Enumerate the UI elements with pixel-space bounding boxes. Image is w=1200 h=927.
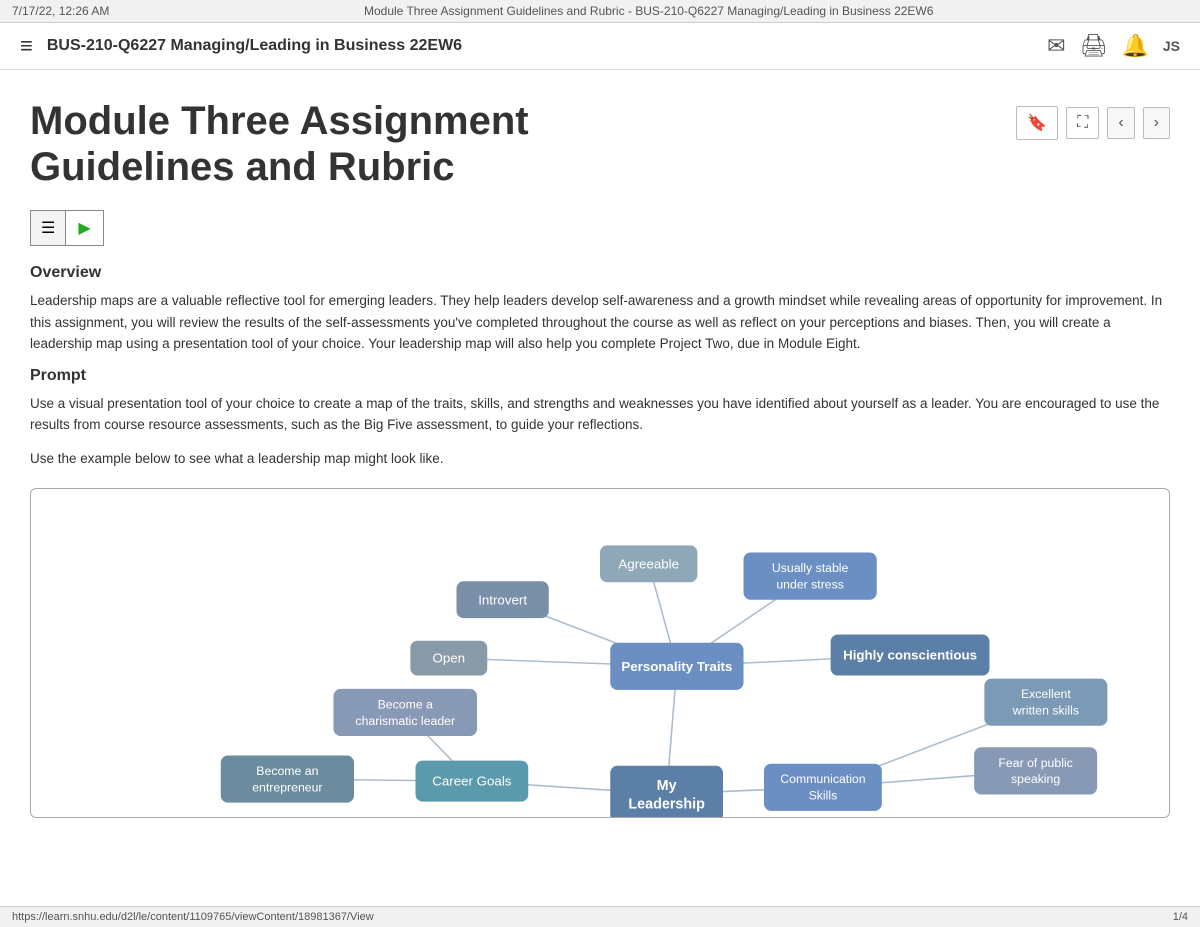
print-icon[interactable]: 🖨 (1080, 33, 1108, 59)
bookmark-button[interactable]: 🔖 (1016, 106, 1058, 140)
svg-text:Career Goals: Career Goals (432, 773, 512, 788)
media-bar: ☰ ▶ (30, 210, 1170, 246)
expand-button[interactable]: ⛶ (1066, 107, 1099, 139)
mind-map-node-career-goals: Career Goals (416, 760, 529, 801)
svg-text:Excellent: Excellent (1021, 687, 1071, 701)
svg-text:under stress: under stress (776, 577, 844, 591)
browser-bar: 7/17/22, 12:26 AM Module Three Assignmen… (0, 0, 1200, 23)
svg-text:Communication: Communication (780, 772, 865, 786)
svg-text:speaking: speaking (1011, 772, 1060, 786)
course-title: BUS-210-Q6227 Managing/Leading in Busine… (47, 37, 1047, 55)
mind-map-node-agreeable: Agreeable (600, 545, 697, 582)
mind-map-node-my-leadership: My Leadership (610, 765, 723, 816)
overview-text: Leadership maps are a valuable reflectiv… (30, 290, 1170, 355)
site-header: ≡ BUS-210-Q6227 Managing/Leading in Busi… (0, 23, 1200, 70)
mind-map-node-become-entrepreneur: Become an entrepreneur (221, 755, 354, 802)
svg-text:My: My (657, 777, 677, 793)
mind-map-node-open: Open (410, 640, 487, 675)
page-tools: 🔖 ⛶ ‹ › (1016, 106, 1170, 140)
svg-text:Leadership: Leadership (628, 796, 705, 812)
svg-text:Become a: Become a (378, 697, 433, 711)
svg-text:charismatic leader: charismatic leader (355, 713, 455, 727)
svg-text:Introvert: Introvert (478, 592, 527, 607)
svg-text:Agreeable: Agreeable (618, 556, 679, 571)
svg-text:Skills: Skills (809, 788, 838, 802)
user-initials[interactable]: JS (1163, 38, 1180, 54)
mind-map-node-fear-public-speaking: Fear of public speaking (974, 747, 1097, 794)
mind-map-node-communication-skills: Communication Skills (764, 763, 882, 810)
header-icons: ✉ 🖨 🔔 JS (1047, 33, 1180, 59)
media-play-button[interactable]: ▶ (66, 210, 103, 246)
prompt-text2: Use the example below to see what a lead… (30, 448, 1170, 470)
media-list-button[interactable]: ☰ (30, 210, 66, 246)
next-button[interactable]: › (1143, 107, 1170, 139)
prompt-text1: Use a visual presentation tool of your c… (30, 393, 1170, 436)
mind-map-svg: My Leadership Personality Traits Career Goa… (31, 489, 1169, 817)
svg-text:written skills: written skills (1012, 703, 1079, 717)
browser-timestamp: 7/17/22, 12:26 AM (12, 4, 109, 18)
hamburger-icon[interactable]: ≡ (20, 33, 33, 59)
prompt-heading: Prompt (30, 367, 1170, 385)
footer-bar: https://learn.snhu.edu/d2l/le/content/11… (0, 906, 1200, 927)
mind-map-node-usually-stable: Usually stable under stress (744, 552, 877, 599)
footer-page-number: 1/4 (1173, 911, 1188, 923)
prev-button[interactable]: ‹ (1107, 107, 1134, 139)
mind-map-node-introvert: Introvert (457, 581, 549, 618)
mind-map-node-become-charismatic: Become a charismatic leader (334, 688, 478, 735)
mind-map-node-highly-conscientious: Highly conscientious (831, 634, 990, 675)
svg-text:Become an: Become an (256, 764, 318, 778)
page-title: Module Three Assignment Guidelines and R… (30, 98, 730, 190)
page-title-area: Module Three Assignment Guidelines and R… (0, 70, 1200, 200)
mind-map-node-excellent-written: Excellent written skills (984, 678, 1107, 725)
overview-heading: Overview (30, 264, 1170, 282)
svg-text:Usually stable: Usually stable (772, 561, 849, 575)
svg-text:Highly conscientious: Highly conscientious (843, 647, 977, 662)
mind-map-node-personality-traits: Personality Traits (610, 642, 743, 689)
svg-text:Fear of public: Fear of public (998, 755, 1072, 769)
main-content: ☰ ▶ Overview Leadership maps are a valua… (0, 200, 1200, 848)
svg-text:Personality Traits: Personality Traits (621, 659, 732, 674)
diagram-container: My Leadership Personality Traits Career Goa… (30, 488, 1170, 818)
svg-text:Open: Open (433, 650, 466, 665)
browser-tab-title: Module Three Assignment Guidelines and R… (364, 4, 933, 18)
footer-url: https://learn.snhu.edu/d2l/le/content/11… (12, 911, 374, 923)
svg-text:entrepreneur: entrepreneur (252, 780, 322, 794)
bell-icon[interactable]: 🔔 (1121, 33, 1148, 59)
mail-icon[interactable]: ✉ (1047, 33, 1065, 59)
